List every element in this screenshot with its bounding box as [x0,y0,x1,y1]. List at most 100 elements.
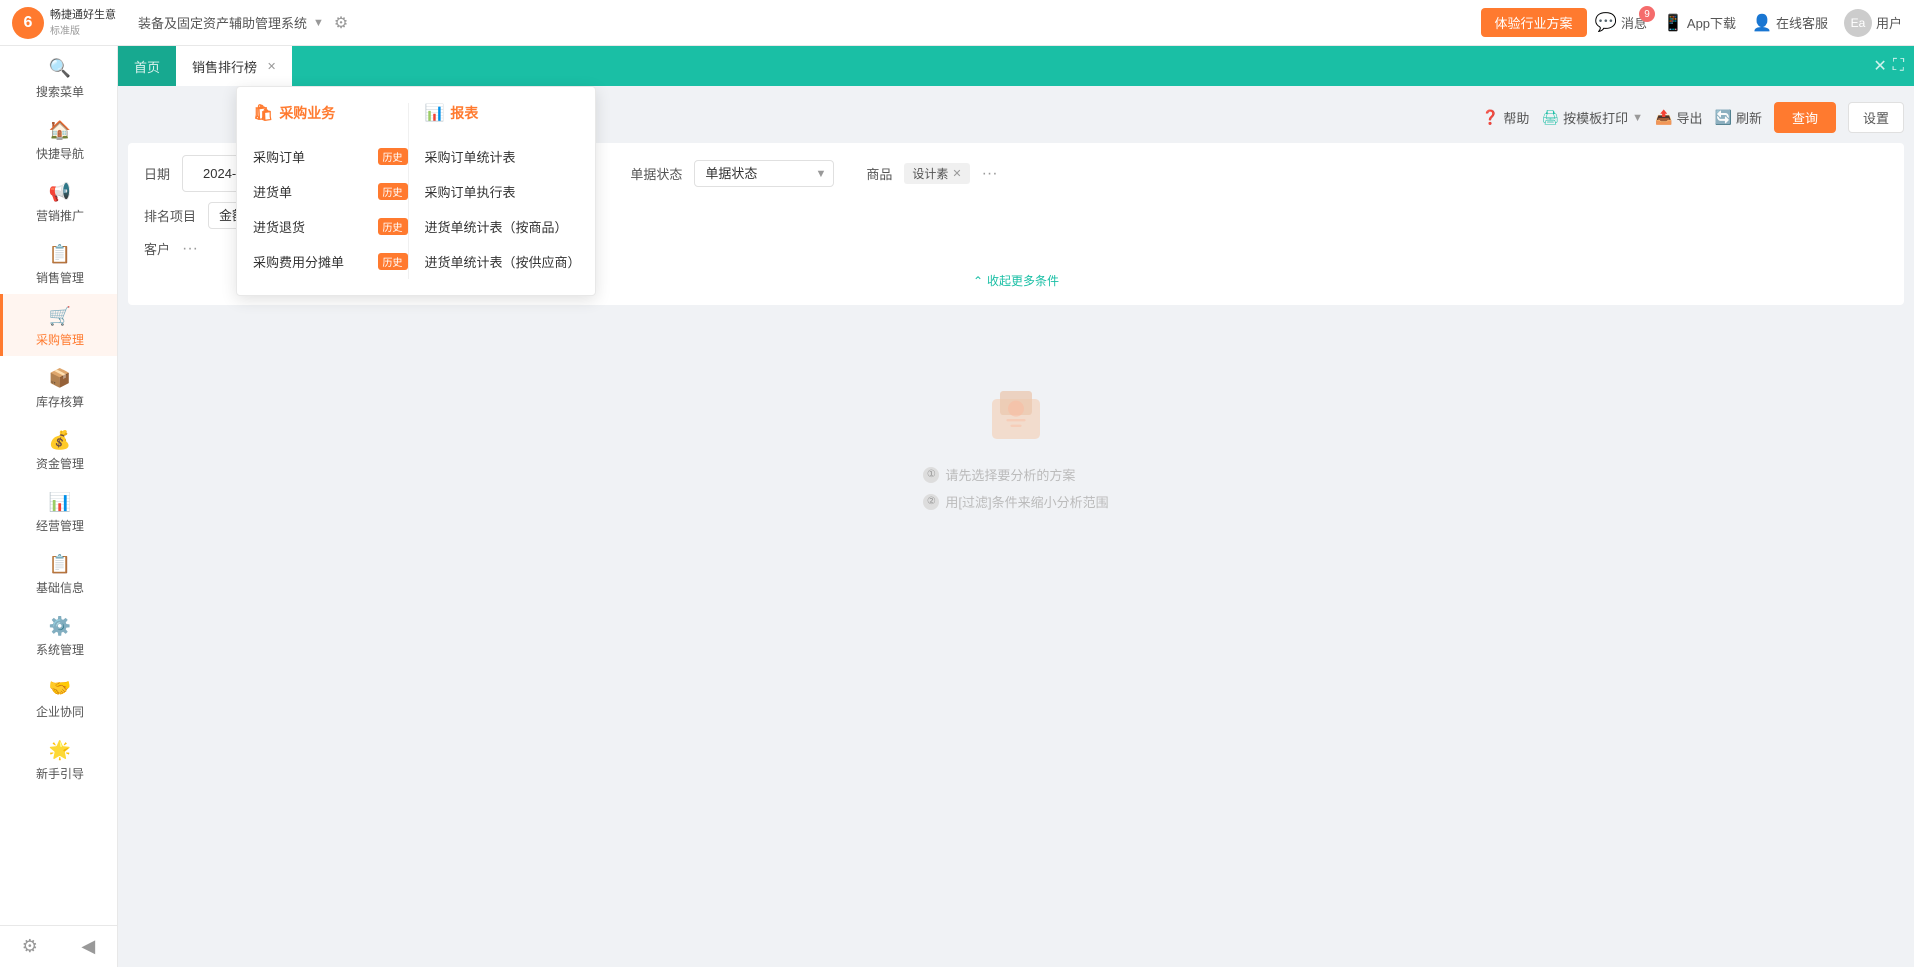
purchase-dropdown-overlay: 🛍 采购业务 采购订单 历史 进货单 历史 进货退货 历史 [236,86,596,296]
history-badge-0: 历史 [378,148,408,165]
customer-ellipsis[interactable]: ··· [182,240,198,258]
sidebar-settings-btn[interactable]: ⚙ [22,936,38,957]
finance-icon: 💰 [49,430,71,451]
top-bar: 6 畅捷通好生意 标准版 装备及固定资产辅助管理系统 ▼ ⚙ 体验行业方案 💬 … [0,0,1914,46]
purchase-header-icon: 🛍 [253,103,273,123]
system-icon: ⚙️ [49,616,71,637]
dropdown-item-report-1[interactable]: 采购订单统计表 [425,139,580,174]
sidebar-item-cooperation[interactable]: 🤝 企业协同 [0,666,117,728]
newbie-icon: 🌟 [49,740,71,761]
export-btn[interactable]: 📤 导出 [1655,108,1702,127]
empty-illustration [976,375,1056,455]
message-badge: 9 [1639,6,1655,22]
main-layout: 🔍 搜索菜单 🏠 快捷导航 📢 营销推广 📋 销售管理 🛒 采购管理 📦 库存核… [0,46,1914,967]
sidebar-item-sales[interactable]: 📋 销售管理 [0,232,117,294]
search-menu-icon: 🔍 [49,58,71,79]
print-btn[interactable]: 🖨 按模板打印 ▼ [1541,108,1643,127]
system-title: 装备及固定资产辅助管理系统 ▼ ⚙ [138,13,1473,33]
tab-close-btn[interactable]: ✕ [267,60,276,73]
purchase-col: 🛍 采购业务 采购订单 历史 进货单 历史 进货退货 历史 [253,103,408,279]
system-title-arrow[interactable]: ▼ [313,17,324,29]
dropdown-item-report-2[interactable]: 采购订单执行表 [425,174,580,209]
avatar: Ea [1844,9,1872,37]
dropdown-item-purchase-order[interactable]: 采购订单 历史 [253,139,408,174]
doc-status-label: 单据状态 [630,164,682,183]
brand-sub: 标准版 [50,22,116,37]
dropdown-item-report-4[interactable]: 进货单统计表（按供应商） [425,244,580,279]
doc-status-select[interactable]: 单据状态 [694,160,834,187]
refresh-btn[interactable]: 🔄 刷新 [1715,108,1762,127]
sidebar-item-search[interactable]: 🔍 搜索菜单 [0,46,117,108]
sidebar: 🔍 搜索菜单 🏠 快捷导航 📢 营销推广 📋 销售管理 🛒 采购管理 📦 库存核… [0,46,118,967]
tab-expand-icon[interactable]: ⛶ [1893,57,1904,75]
sidebar-bottom: ⚙ ◀ [0,925,117,967]
help-icon: ❓ [1482,109,1499,126]
logo-area: 6 畅捷通好生意 标准版 [12,7,130,39]
export-icon: 📤 [1655,109,1672,126]
purchase-icon: 🛒 [49,306,71,327]
purchase-dropdown-menu: 🛍 采购业务 采购订单 历史 进货单 历史 进货退货 历史 [236,86,596,296]
cooperation-icon: 🤝 [49,678,71,699]
sidebar-item-marketing[interactable]: 📢 营销推广 [0,170,117,232]
message-item[interactable]: 💬 9 消息 [1595,12,1647,33]
tab-bar: 首页 销售排行榜 ✕ ✕ ⛶ [118,46,1914,86]
industry-btn[interactable]: 体验行业方案 [1481,8,1587,37]
logo-icon: 6 [12,7,44,39]
dropdown-item-report-3[interactable]: 进货单统计表（按商品） [425,209,580,244]
history-badge-3: 历史 [378,253,408,270]
sidebar-item-system[interactable]: ⚙️ 系统管理 [0,604,117,666]
help-btn[interactable]: ❓ 帮助 [1482,108,1529,127]
step-dot-2: ② [923,494,939,510]
date-label: 日期 [144,164,170,183]
online-service-item[interactable]: 👤 在线客服 [1752,13,1828,33]
rank-label: 排名项目 [144,206,196,225]
sidebar-item-operations[interactable]: 📊 经营管理 [0,480,117,542]
sales-icon: 📋 [49,244,71,265]
marketing-icon: 📢 [49,182,71,203]
operations-icon: 📊 [49,492,71,513]
settings-icon[interactable]: ⚙ [334,13,348,33]
sidebar-item-quick-nav[interactable]: 🏠 快捷导航 [0,108,117,170]
goods-tag: 设计素 ✕ [904,163,969,184]
dropdown-item-return[interactable]: 进货退货 历史 [253,209,408,244]
home-icon: 🏠 [49,120,71,141]
inventory-icon: 📦 [49,368,71,389]
brand-name: 畅捷通好生意 [50,8,116,22]
sidebar-item-purchase[interactable]: 🛒 采购管理 [0,294,117,356]
report-header: 📊 报表 [425,103,580,127]
goods-tag-close[interactable]: ✕ [952,167,961,180]
tab-bar-right: ✕ ⛶ [1873,56,1914,76]
empty-state: ① 请先选择要分析的方案 ② 用[过滤]条件来缩小分析范围 [128,315,1904,571]
refresh-icon: 🔄 [1715,109,1732,126]
sidebar-item-finance[interactable]: 💰 资金管理 [0,418,117,480]
history-badge-2: 历史 [378,218,408,235]
sidebar-item-inventory[interactable]: 📦 库存核算 [0,356,117,418]
doc-status-select-wrap: 单据状态 ▼ [694,160,834,187]
base-info-icon: 📋 [49,554,71,575]
sidebar-item-base-info[interactable]: 📋 基础信息 [0,542,117,604]
print-icon: 🖨 [1541,109,1559,126]
app-download-item[interactable]: 📱 App下载 [1663,13,1736,33]
report-header-icon: 📊 [425,103,445,123]
report-col: 📊 报表 采购订单统计表 采购订单执行表 进货单统计表（按商品） 进货单统计表（… [408,103,580,279]
settings-btn[interactable]: 设置 [1848,102,1904,133]
sidebar-item-newbie[interactable]: 🌟 新手引导 [0,728,117,790]
dropdown-item-incoming[interactable]: 进货单 历史 [253,174,408,209]
dropdown-item-expense[interactable]: 采购费用分摊单 历史 [253,244,408,279]
top-right: 💬 9 消息 📱 App下载 👤 在线客服 Ea 用户 [1595,9,1902,37]
purchase-header: 🛍 采购业务 [253,103,408,127]
query-btn[interactable]: 查询 [1774,102,1836,133]
step-dot-1: ① [923,467,939,483]
user-item[interactable]: Ea 用户 [1844,9,1902,37]
tab-close-icon[interactable]: ✕ [1873,56,1886,76]
collapse-up-icon: ⌃ [973,274,983,288]
goods-label: 商品 [866,164,892,183]
empty-hints: ① 请先选择要分析的方案 ② 用[过滤]条件来缩小分析范围 [923,465,1108,511]
tab-sales-ranking[interactable]: 销售排行榜 ✕ [176,46,292,86]
history-badge-1: 历史 [378,183,408,200]
tab-home[interactable]: 首页 [118,46,176,86]
goods-ellipsis[interactable]: ··· [982,165,998,183]
print-arrow[interactable]: ▼ [1632,112,1643,124]
customer-label: 客户 [144,239,170,258]
sidebar-collapse-btn[interactable]: ◀ [81,936,95,957]
